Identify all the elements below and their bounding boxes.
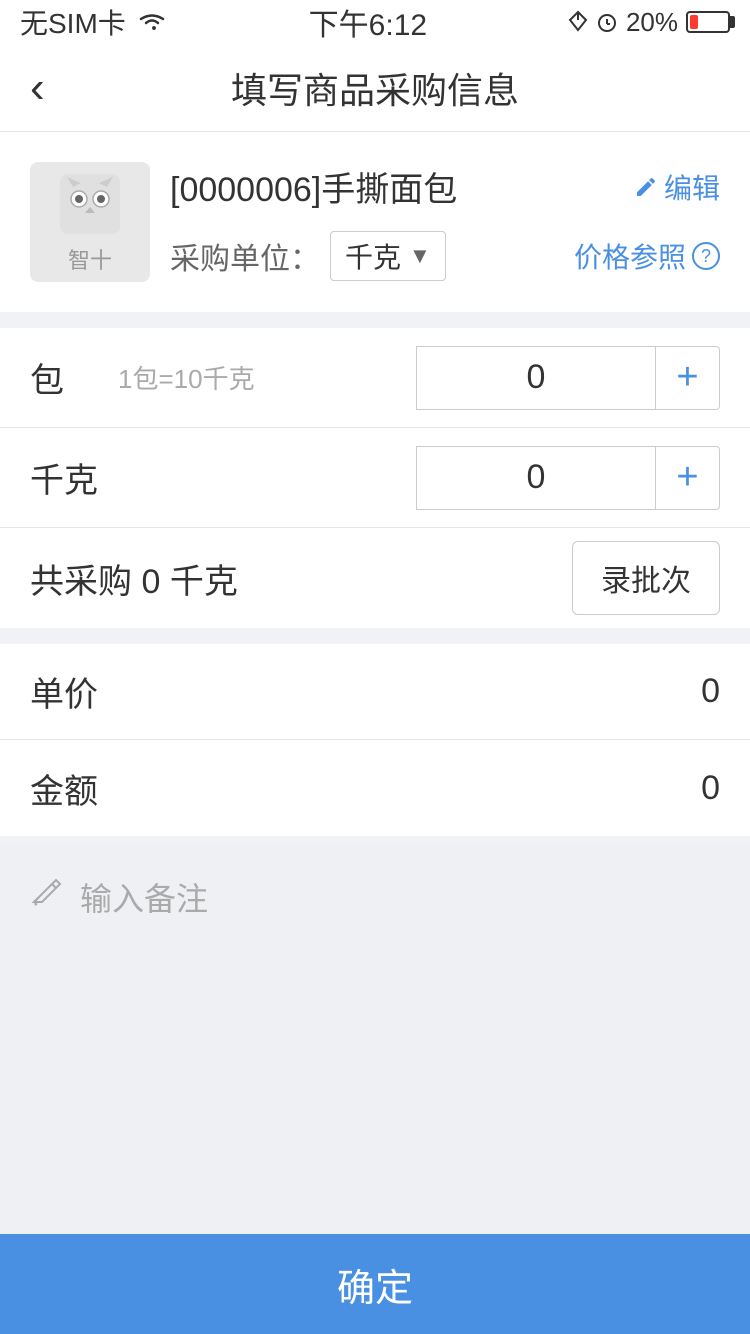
qianke-quantity-input[interactable]: [416, 446, 656, 510]
wifi-icon: [136, 10, 168, 34]
remark-section[interactable]: 输入备注: [0, 844, 750, 1244]
help-icon: ?: [692, 242, 720, 270]
unit-price-row: 单价 0: [0, 644, 750, 740]
qianke-input-right: +: [416, 446, 720, 510]
nav-bar: ‹ 填写商品采购信息: [0, 44, 750, 132]
page-title: 填写商品采购信息: [231, 62, 519, 114]
location-icon: [568, 10, 588, 34]
product-name-row: [0000006]手撕面包 编辑: [170, 162, 720, 211]
status-bar: 无SIM卡 下午6:12 20%: [0, 0, 750, 44]
unit-label: 采购单位：: [170, 234, 320, 278]
bao-plus-button[interactable]: +: [656, 346, 720, 410]
qianke-label: 千克: [30, 453, 110, 502]
batch-button[interactable]: 录批次: [572, 541, 720, 615]
back-button[interactable]: ‹: [30, 63, 65, 113]
logo-svg: [55, 169, 125, 239]
product-logo: 智十: [55, 169, 125, 275]
product-image: 智十: [30, 162, 150, 282]
bao-sublabel: 1包=10千克: [118, 359, 255, 396]
status-time: 下午6:12: [309, 0, 427, 44]
unit-value: 千克: [345, 236, 401, 276]
price-ref-label: 价格参照: [574, 236, 686, 276]
status-left: 无SIM卡: [20, 2, 168, 42]
price-ref-button[interactable]: 价格参照 ?: [574, 236, 720, 276]
svg-text:?: ?: [701, 246, 711, 266]
alarm-icon: [596, 10, 618, 34]
edit-icon: [634, 175, 658, 199]
logo-text: 智十: [68, 243, 112, 275]
battery-icon: [686, 11, 730, 33]
unit-price-label: 单价: [30, 667, 98, 716]
separator-2: [0, 628, 750, 636]
summary-label: 共采购: [30, 563, 132, 601]
summary-unit: [160, 563, 169, 601]
bao-quantity-input[interactable]: [416, 346, 656, 410]
carrier-label: 无SIM卡: [20, 2, 126, 42]
product-info: [0000006]手撕面包 编辑 采购单位： 千克 ▼ 价格参照 ?: [170, 162, 720, 281]
price-section: 单价 0 金额 0: [0, 644, 750, 836]
pencil-icon: [30, 874, 64, 908]
unit-price-value: 0: [701, 672, 720, 711]
amount-row: 金额 0: [0, 740, 750, 836]
qianke-plus-button[interactable]: +: [656, 446, 720, 510]
amount-label: 金额: [30, 764, 98, 813]
battery-percent: 20%: [626, 7, 678, 38]
summary-row: 共采购 0 千克 录批次: [0, 528, 750, 628]
confirm-button[interactable]: 确定: [0, 1234, 750, 1334]
unit-dropdown-arrow: ▼: [409, 243, 431, 269]
unit-select[interactable]: 千克 ▼: [330, 231, 446, 281]
qianke-input-row: 千克 +: [0, 428, 750, 528]
product-name: [0000006]手撕面包: [170, 162, 457, 211]
amount-value: 0: [701, 769, 720, 808]
bao-label: 包: [30, 353, 110, 402]
bao-input-right: +: [416, 346, 720, 410]
status-right: 20%: [568, 7, 730, 38]
remark-placeholder: 输入备注: [80, 874, 208, 920]
edit-button[interactable]: 编辑: [634, 167, 720, 207]
input-section: 包 1包=10千克 + 千克 +: [0, 328, 750, 528]
unit-row: 采购单位： 千克 ▼ 价格参照 ?: [170, 231, 720, 281]
summary-text: 共采购 0 千克: [30, 554, 238, 603]
bao-input-row: 包 1包=10千克 +: [0, 328, 750, 428]
separator-1: [0, 320, 750, 328]
product-card: 智十 [0000006]手撕面包 编辑 采购单位： 千克 ▼ 价格参照: [0, 132, 750, 320]
